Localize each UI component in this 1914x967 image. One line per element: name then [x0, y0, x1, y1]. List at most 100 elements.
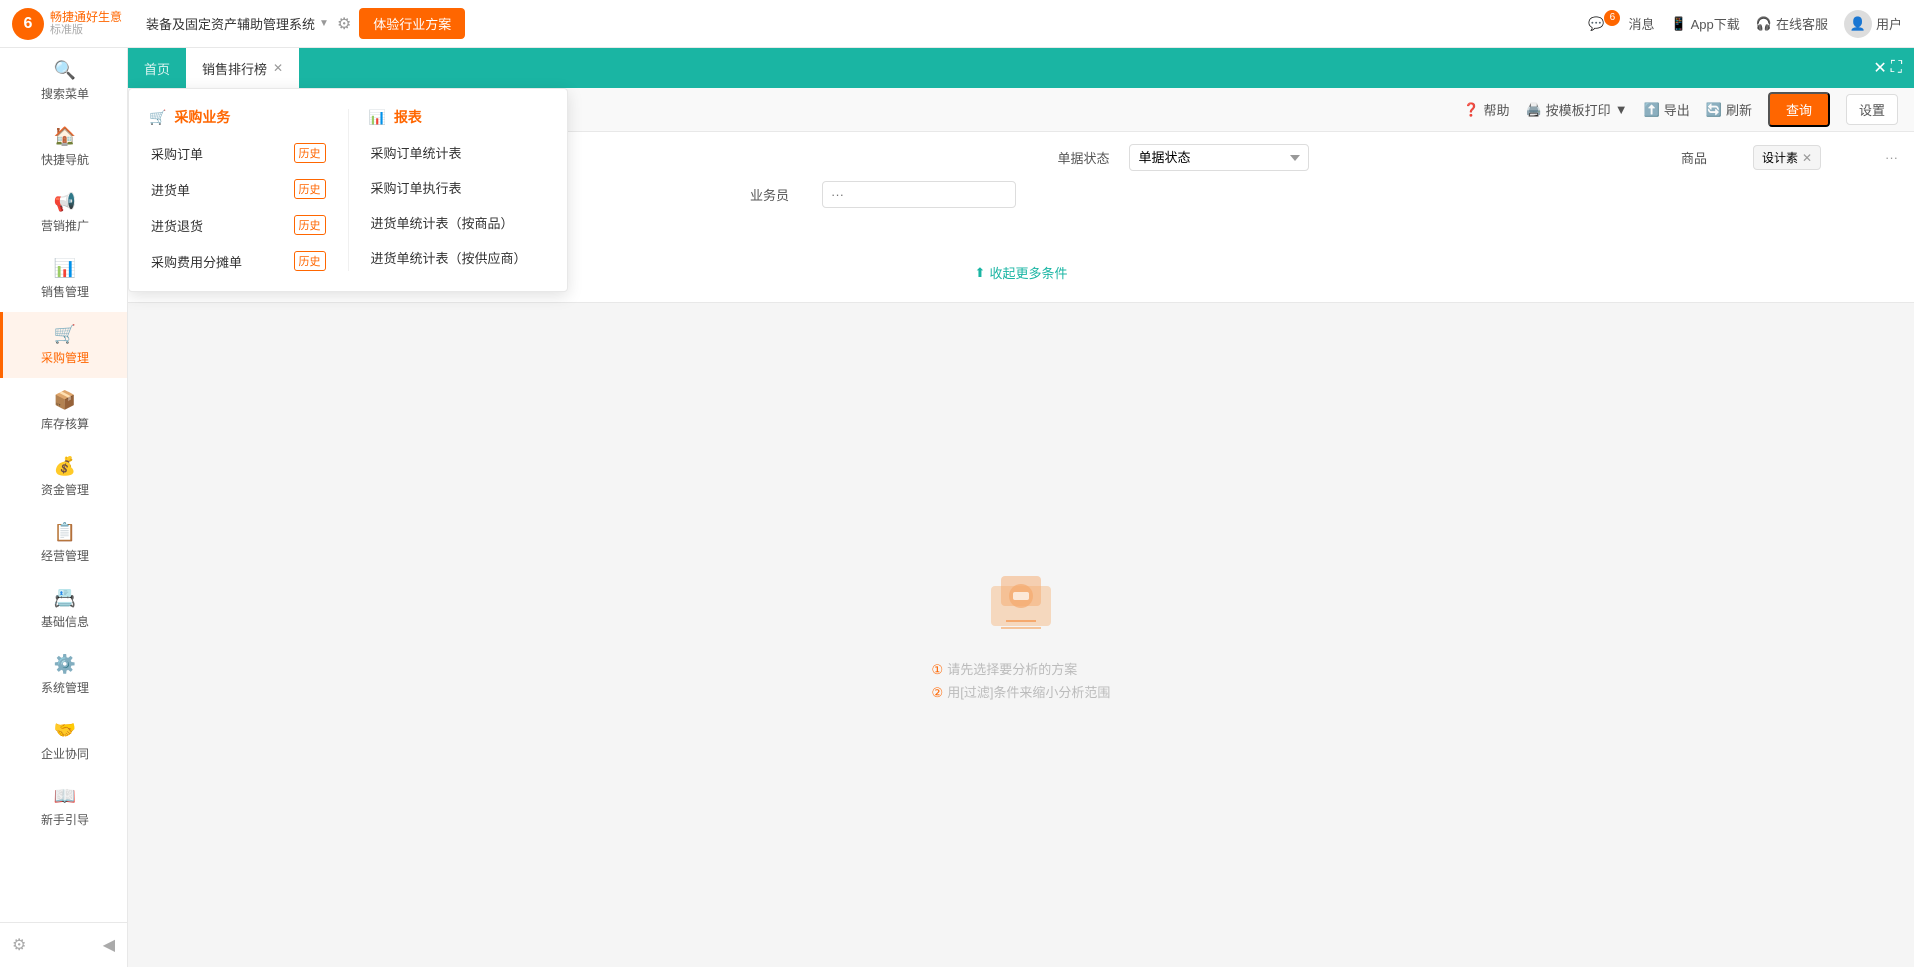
dropdown-col-report: 📊 报表 采购订单统计表 采购订单执行表 进货单统计表（按商品） 进货单统计表（…	[349, 101, 568, 279]
goods-tag-close-icon[interactable]: ✕	[1802, 151, 1812, 165]
logo-icon: 6	[12, 8, 44, 40]
operations-icon: 📋	[54, 522, 76, 543]
menu-item-stock-return[interactable]: 进货退货 历史	[141, 207, 336, 243]
app-download-label: App下载	[1691, 14, 1740, 33]
more-goods-icon[interactable]: ···	[1885, 150, 1898, 165]
search-icon: 🔍	[54, 60, 76, 81]
system-title: 装备及固定资产辅助管理系统	[146, 14, 315, 33]
online-service-item[interactable]: 🎧 在线客服	[1756, 14, 1828, 33]
query-btn[interactable]: 查询	[1768, 92, 1830, 127]
sidebar-label-basic: 基础信息	[41, 613, 89, 630]
sidebar-item-system[interactable]: ⚙️ 系统管理	[0, 642, 127, 708]
export-btn[interactable]: ⬆️ 导出	[1644, 100, 1690, 119]
tab-sales-rank[interactable]: 销售排行榜 ✕	[186, 48, 299, 88]
sidebar-item-purchase[interactable]: 🛒 采购管理	[0, 312, 127, 378]
sidebar-item-enterprise[interactable]: 🤝 企业协同	[0, 708, 127, 774]
top-bar-right: 💬 6 消息 📱 App下载 🎧 在线客服 👤 用户	[1588, 10, 1902, 38]
history-badge-3: 历史	[294, 251, 326, 271]
empty-tip1: 请先选择要分析的方案	[947, 662, 1077, 677]
menu-item-order-stat[interactable]: 采购订单统计表	[361, 135, 556, 170]
enterprise-icon: 🤝	[54, 720, 76, 741]
menu-item-stock-stat-supplier[interactable]: 进货单统计表（按供应商）	[361, 240, 556, 275]
menu-item-purchase-order[interactable]: 采购订单 历史	[141, 135, 336, 171]
print-template-label: 按模板打印	[1546, 100, 1611, 119]
status-select[interactable]: 单据状态	[1129, 144, 1309, 171]
sidebar-item-basic[interactable]: 📇 基础信息	[0, 576, 127, 642]
avatar-icon: 👤	[1844, 10, 1872, 38]
online-service-label: 在线客服	[1776, 14, 1828, 33]
basic-icon: 📇	[54, 588, 76, 609]
empty-tip2: 用[过滤]条件来缩小分析范围	[947, 685, 1110, 700]
sidebar-label-quick: 快捷导航	[41, 151, 89, 168]
collapse-label: 收起更多条件	[989, 263, 1067, 282]
settings-bottom-icon[interactable]: ⚙	[12, 935, 26, 955]
print-icon: 🖨️	[1525, 102, 1541, 118]
menu-item-label-order-stat: 采购订单统计表	[371, 143, 462, 162]
menu-item-order-exec[interactable]: 采购订单执行表	[361, 170, 556, 205]
settings-btn[interactable]: 设置	[1846, 94, 1898, 125]
empty-illustration	[971, 566, 1071, 646]
sidebar-label-guide: 新手引导	[41, 811, 89, 828]
collapse-sidebar-icon[interactable]: ◀	[103, 935, 115, 955]
help-icon: ❓	[1463, 102, 1479, 118]
refresh-btn[interactable]: 🔄 刷新	[1706, 100, 1752, 119]
sidebar-item-inventory[interactable]: 📦 库存核算	[0, 378, 127, 444]
sidebar-item-search[interactable]: 🔍 搜索菜单	[0, 48, 127, 114]
sidebar-bottom: ⚙ ◀	[0, 922, 127, 967]
salesperson-label: 业务员	[750, 185, 810, 204]
chevron-down-icon: ▼	[319, 18, 329, 29]
tab-close-icon[interactable]: ✕	[273, 61, 283, 75]
status-select-wrapper: 单据状态	[1129, 144, 1349, 171]
sidebar-label-enterprise: 企业协同	[41, 745, 89, 762]
dropdown-menu: 🛒 采购业务 采购订单 历史 进货单 历史 进货退货 历史	[128, 88, 568, 292]
sidebar: 🔍 搜索菜单 🏠 快捷导航 📢 营销推广 📊 销售管理 🛒 采购管理 📦 库存核…	[0, 48, 128, 967]
tab-maximize-icon[interactable]: ⛶	[1891, 59, 1902, 77]
purchase-col-title: 采购业务	[174, 107, 230, 127]
salesperson-input-wrapper	[822, 181, 1016, 208]
export-label: 导出	[1664, 100, 1690, 119]
tab-bar-right: ✕ ⛶	[1873, 58, 1914, 78]
top-bar-left: 6 畅捷通好生意 标准版 装备及固定资产辅助管理系统 ▼ ⚙ 体验行业方案	[12, 8, 1588, 40]
sidebar-item-funds[interactable]: 💰 资金管理	[0, 444, 127, 510]
report-menu-icon: 📊	[369, 109, 386, 126]
notification-label: 消息	[1628, 14, 1654, 33]
help-btn[interactable]: ❓ 帮助	[1463, 100, 1509, 119]
industry-btn[interactable]: 体验行业方案	[359, 8, 465, 39]
sidebar-item-operations[interactable]: 📋 经营管理	[0, 510, 127, 576]
refresh-label: 刷新	[1726, 100, 1752, 119]
goods-tag: 设计素 ✕	[1753, 145, 1821, 170]
headset-icon: 🎧	[1756, 16, 1772, 32]
salesperson-input[interactable]	[822, 181, 1016, 208]
purchase-icon: 🛒	[54, 324, 76, 345]
system-title-dropdown[interactable]: 装备及固定资产辅助管理系统 ▼	[146, 14, 329, 33]
settings-icon[interactable]: ⚙	[337, 14, 351, 34]
main-layout: 🔍 搜索菜单 🏠 快捷导航 📢 营销推广 📊 销售管理 🛒 采购管理 📦 库存核…	[0, 48, 1914, 967]
sidebar-item-guide[interactable]: 📖 新手引导	[0, 774, 127, 840]
print-template-btn[interactable]: 🖨️ 按模板打印 ▼	[1525, 100, 1627, 119]
tab-close-window-icon[interactable]: ✕	[1873, 58, 1886, 78]
menu-item-purchase-expense[interactable]: 采购费用分摊单 历史	[141, 243, 336, 279]
purchase-menu-icon: 🛒	[149, 109, 166, 126]
sidebar-label-marketing: 营销推广	[41, 217, 89, 234]
logo-text: 畅捷通好生意 标准版	[50, 10, 122, 38]
sidebar-item-quick[interactable]: 🏠 快捷导航	[0, 114, 127, 180]
logo-area: 6 畅捷通好生意 标准版	[12, 8, 122, 40]
message-icon: 💬	[1588, 16, 1604, 32]
sidebar-label-inventory: 库存核算	[41, 415, 89, 432]
sidebar-item-marketing[interactable]: 📢 营销推广	[0, 180, 127, 246]
inventory-icon: 📦	[54, 390, 76, 411]
sidebar-item-sales[interactable]: 📊 销售管理	[0, 246, 127, 312]
menu-item-label-stock-stat-supplier: 进货单统计表（按供应商）	[371, 248, 527, 267]
tab-home[interactable]: 首页	[128, 48, 186, 88]
guide-icon: 📖	[54, 786, 76, 807]
user-item[interactable]: 👤 用户	[1844, 10, 1902, 38]
sidebar-label-system: 系统管理	[41, 679, 89, 696]
status-label: 单据状态	[1057, 148, 1117, 167]
empty-state: ①请先选择要分析的方案 ②用[过滤]条件来缩小分析范围	[128, 303, 1914, 967]
sidebar-label-purchase: 采购管理	[41, 349, 89, 366]
menu-item-label-stock-in: 进货单	[151, 180, 190, 199]
app-download-item[interactable]: 📱 App下载	[1670, 14, 1739, 33]
menu-item-stock-in[interactable]: 进货单 历史	[141, 171, 336, 207]
notification-item[interactable]: 💬 6 消息	[1588, 14, 1654, 33]
menu-item-stock-stat-goods[interactable]: 进货单统计表（按商品）	[361, 205, 556, 240]
